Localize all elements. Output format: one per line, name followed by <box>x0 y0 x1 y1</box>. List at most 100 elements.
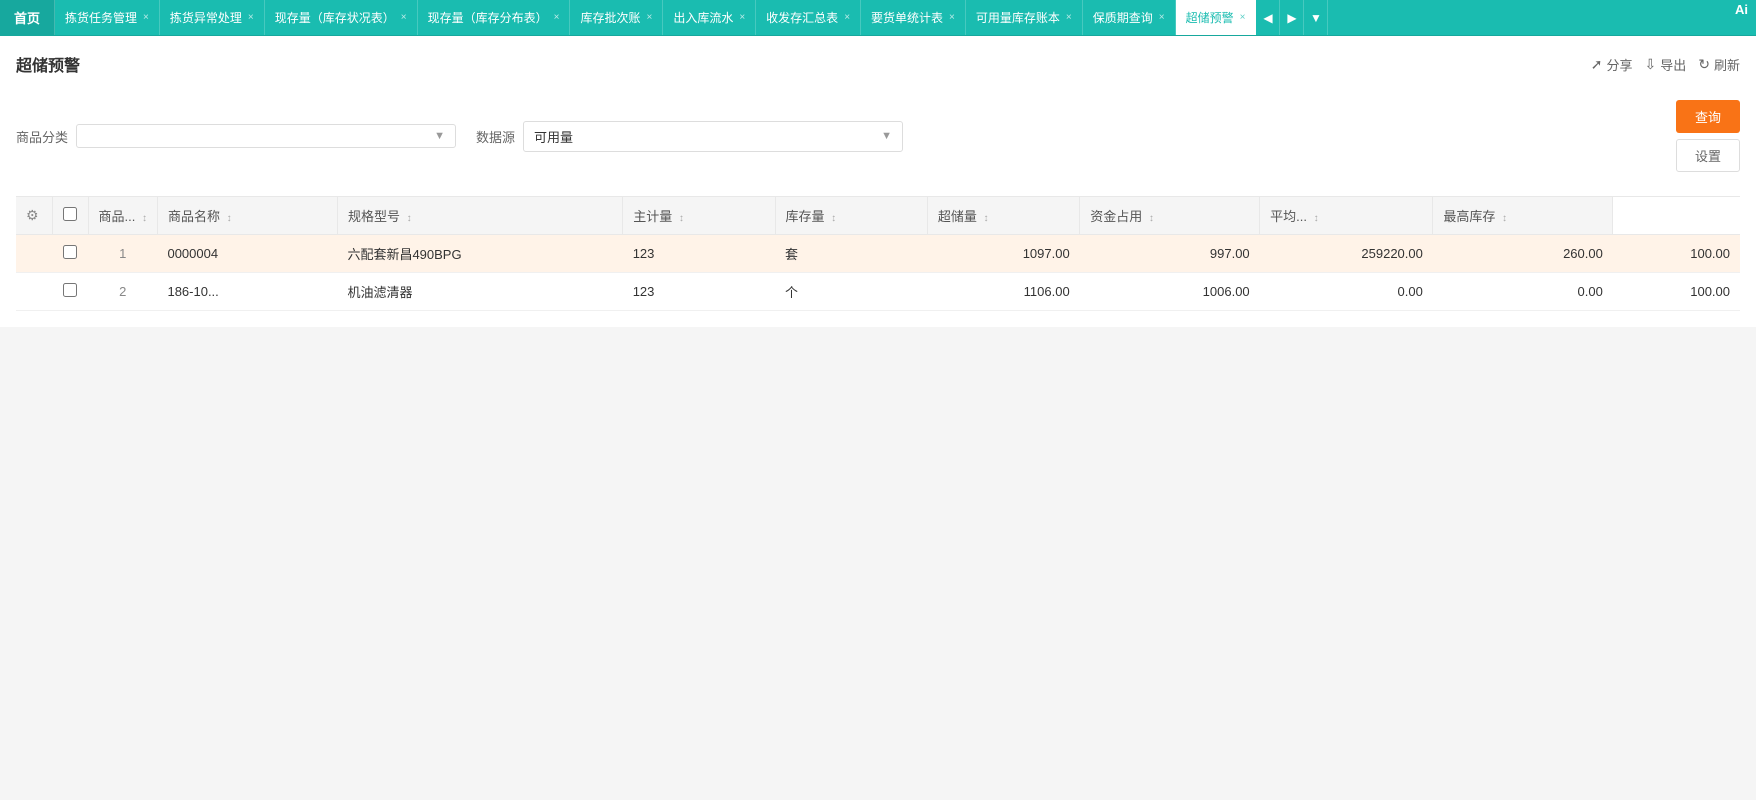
nav-tab-9[interactable]: 保质期查询 × <box>1083 0 1176 35</box>
sort-icon[interactable]: ↕ <box>142 213 147 224</box>
sort-icon[interactable]: ↕ <box>1502 213 1507 224</box>
sort-icon[interactable]: ↕ <box>407 213 412 224</box>
row-settings-cell <box>16 235 52 273</box>
datasource-filter: 数据源 可用量 ▼ <box>476 121 903 152</box>
datasource-select[interactable]: 可用量 ▼ <box>523 121 903 152</box>
row-product-name: 六配套新昌490BPG <box>337 235 622 273</box>
th-overstock: 超储量 ↕ <box>927 197 1079 235</box>
nav-tab-0[interactable]: 拣货任务管理 × <box>55 0 160 35</box>
nav-tab-6[interactable]: 收发存汇总表 × <box>756 0 861 35</box>
nav-tab-7[interactable]: 要货单统计表 × <box>861 0 966 35</box>
sort-icon[interactable]: ↕ <box>227 213 232 224</box>
share-icon: ➚ <box>1591 56 1603 73</box>
th-product-code: 商品... ↕ <box>88 197 157 235</box>
row-capital: 259220.00 <box>1260 235 1433 273</box>
nav-tab-10[interactable]: 超储预警 × <box>1176 0 1257 35</box>
row-spec: 123 <box>623 273 775 311</box>
nav-tab-5[interactable]: 出入库流水 × <box>663 0 756 35</box>
share-button[interactable]: ➚ 分享 <box>1591 55 1633 74</box>
row-settings-cell <box>16 273 52 311</box>
row-product-code: 0000004 <box>157 235 337 273</box>
close-icon[interactable]: × <box>949 12 955 23</box>
nav-tab-2[interactable]: 现存量（库存状况表） × <box>265 0 418 35</box>
th-settings: ⚙ <box>16 197 52 235</box>
close-icon[interactable]: × <box>739 12 745 23</box>
filter-bar: 商品分类 ▼ 数据源 可用量 ▼ 查询 设置 <box>16 90 1740 182</box>
row-max-stock: 100.00 <box>1613 273 1740 311</box>
sort-icon[interactable]: ↕ <box>679 213 684 224</box>
export-button[interactable]: ⇩ 导出 <box>1645 55 1687 74</box>
sort-icon[interactable]: ↕ <box>1149 213 1154 224</box>
row-index: 1 <box>88 235 157 273</box>
data-table: ⚙ 商品... ↕ 商品名称 ↕ 规格型号 ↕ 主计量 <box>16 196 1740 311</box>
row-unit: 个 <box>775 273 927 311</box>
sort-icon[interactable]: ↕ <box>831 213 836 224</box>
row-spec: 123 <box>623 235 775 273</box>
chevron-down-icon: ▼ <box>881 130 892 142</box>
row-checkbox[interactable] <box>63 283 77 297</box>
nav-tab-4[interactable]: 库存批次账 × <box>570 0 663 35</box>
nav-menu-arrow[interactable]: ▼ <box>1304 0 1328 36</box>
query-button[interactable]: 查询 <box>1676 100 1740 133</box>
close-icon[interactable]: × <box>143 12 149 23</box>
th-unit: 主计量 ↕ <box>623 197 775 235</box>
page-container: 超储预警 ➚ 分享 ⇩ 导出 ↻ 刷新 商品分类 ▼ 数据源 <box>0 36 1756 327</box>
th-capital: 资金占用 ↕ <box>1080 197 1260 235</box>
sort-icon[interactable]: ↕ <box>1314 213 1319 224</box>
nav-prev-arrow[interactable]: ◀ <box>1256 0 1280 36</box>
row-capital: 0.00 <box>1260 273 1433 311</box>
row-checkbox[interactable] <box>63 245 77 259</box>
row-product-name: 机油滤清器 <box>337 273 622 311</box>
table-row: 2 186-10... 机油滤清器 123 个 1106.00 1006.00 … <box>16 273 1740 311</box>
close-icon[interactable]: × <box>646 12 652 23</box>
th-max-stock: 最高库存 ↕ <box>1433 197 1613 235</box>
table-header-row: ⚙ 商品... ↕ 商品名称 ↕ 规格型号 ↕ 主计量 <box>16 197 1740 235</box>
category-select[interactable]: ▼ <box>76 124 456 148</box>
close-icon[interactable]: × <box>1066 12 1072 23</box>
nav-home[interactable]: 首页 <box>0 0 55 35</box>
row-stock: 1097.00 <box>927 235 1079 273</box>
th-spec: 规格型号 ↕ <box>337 197 622 235</box>
row-unit: 套 <box>775 235 927 273</box>
nav-next-arrow[interactable]: ▶ <box>1280 0 1304 36</box>
page-title: 超储预警 <box>16 52 80 76</box>
row-max-stock: 100.00 <box>1613 235 1740 273</box>
close-icon[interactable]: × <box>1240 12 1246 23</box>
close-icon[interactable]: × <box>248 12 254 23</box>
page-header: 超储预警 ➚ 分享 ⇩ 导出 ↻ 刷新 <box>16 52 1740 76</box>
th-stock: 库存量 ↕ <box>775 197 927 235</box>
refresh-button[interactable]: ↻ 刷新 <box>1698 55 1740 74</box>
chevron-down-icon: ▼ <box>434 130 445 142</box>
sort-icon[interactable]: ↕ <box>984 213 989 224</box>
table-row: 1 0000004 六配套新昌490BPG 123 套 1097.00 997.… <box>16 235 1740 273</box>
datasource-select-value: 可用量 <box>534 127 573 146</box>
category-label: 商品分类 <box>16 127 68 146</box>
category-filter: 商品分类 ▼ <box>16 124 456 148</box>
export-icon: ⇩ <box>1645 56 1657 73</box>
datasource-label: 数据源 <box>476 127 515 146</box>
row-avg: 260.00 <box>1433 235 1613 273</box>
row-avg: 0.00 <box>1433 273 1613 311</box>
nav-tab-3[interactable]: 现存量（库存分布表） × <box>418 0 571 35</box>
action-buttons: 查询 设置 <box>1676 100 1740 172</box>
th-checkbox <box>52 197 88 235</box>
close-icon[interactable]: × <box>401 12 407 23</box>
nav-tab-1[interactable]: 拣货异常处理 × <box>160 0 265 35</box>
gear-icon[interactable]: ⚙ <box>26 207 39 223</box>
close-icon[interactable]: × <box>844 12 850 23</box>
settings-button[interactable]: 设置 <box>1676 139 1740 172</box>
refresh-icon: ↻ <box>1698 56 1710 73</box>
header-actions: ➚ 分享 ⇩ 导出 ↻ 刷新 <box>1591 55 1740 74</box>
th-product-name: 商品名称 ↕ <box>157 197 337 235</box>
row-overstock: 1006.00 <box>1080 273 1260 311</box>
close-icon[interactable]: × <box>1159 12 1165 23</box>
top-nav: 首页 拣货任务管理 × 拣货异常处理 × 现存量（库存状况表） × 现存量（库存… <box>0 0 1756 36</box>
select-all-checkbox[interactable] <box>63 207 77 221</box>
close-icon[interactable]: × <box>554 12 560 23</box>
row-index-cell <box>52 235 88 273</box>
nav-tab-8[interactable]: 可用量库存账本 × <box>966 0 1083 35</box>
row-index-cell <box>52 273 88 311</box>
ai-badge[interactable]: Ai <box>1727 0 1756 19</box>
row-product-code: 186-10... <box>157 273 337 311</box>
row-stock: 1106.00 <box>927 273 1079 311</box>
